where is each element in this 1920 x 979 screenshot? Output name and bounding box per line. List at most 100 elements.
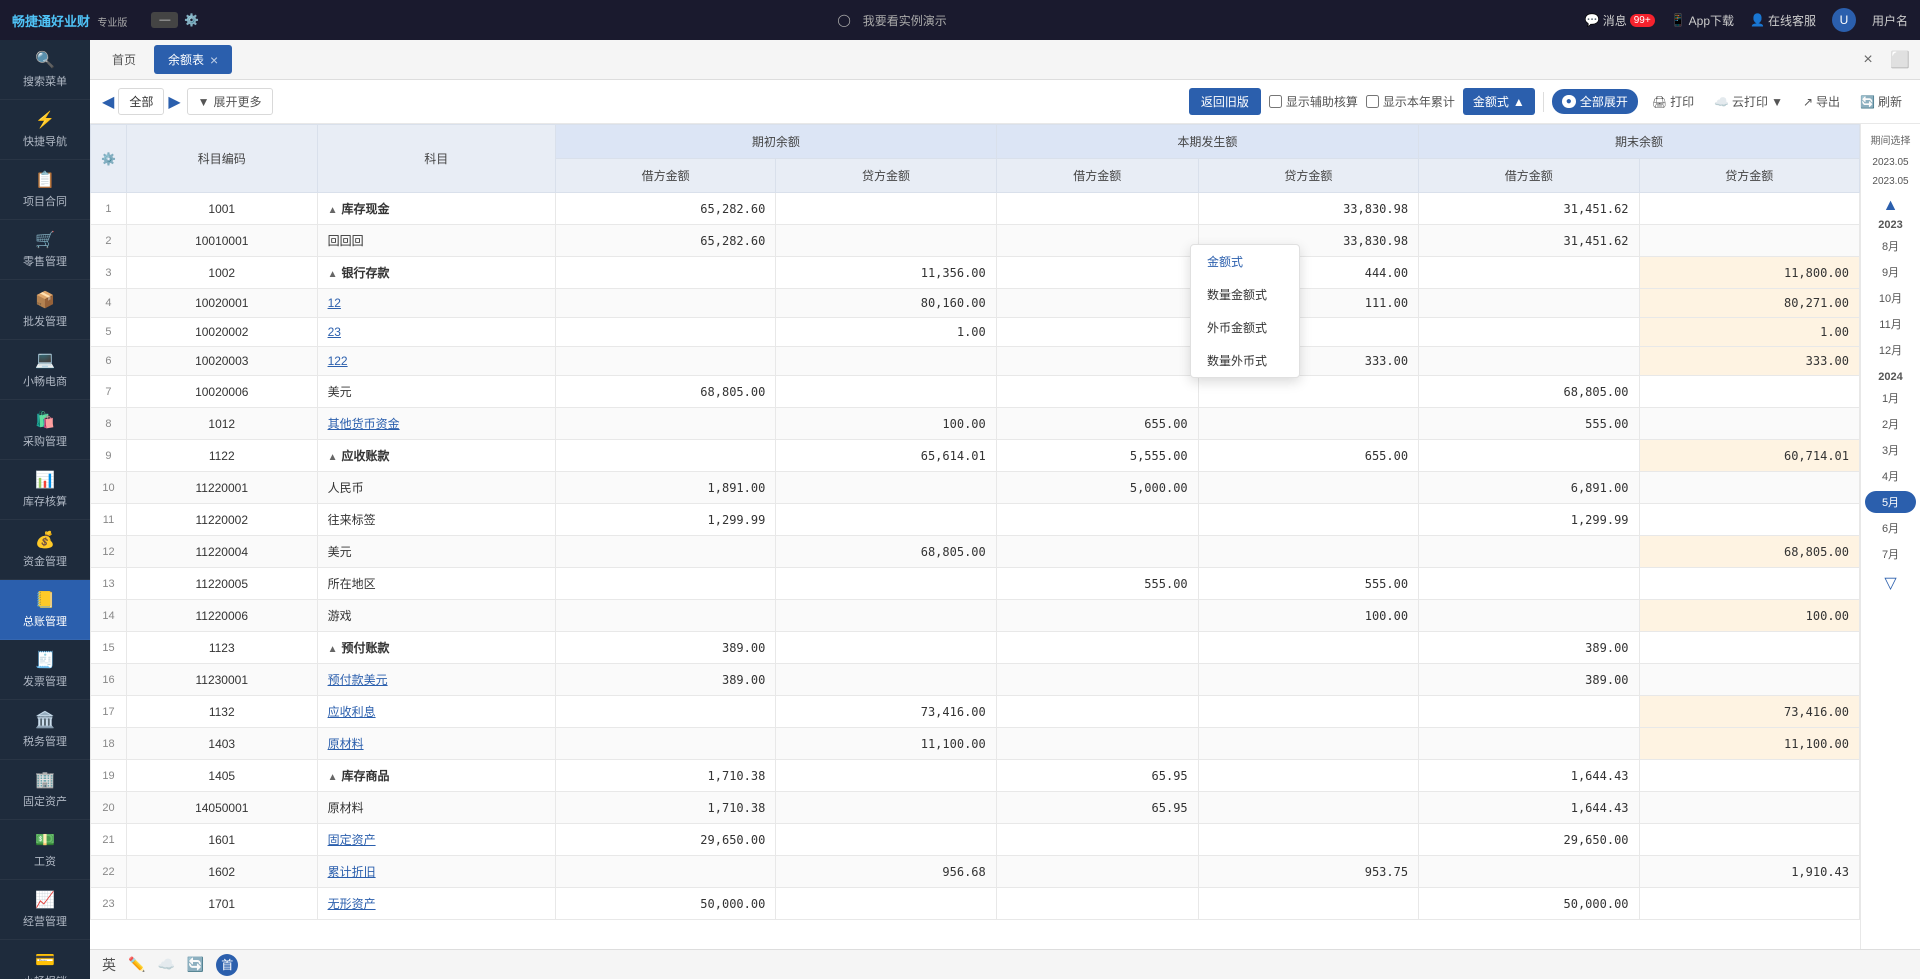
row-subject[interactable]: 原材料: [317, 728, 555, 760]
sidebar-item-asset[interactable]: 🏢 固定资产: [0, 760, 90, 820]
filter-all-button[interactable]: 全部: [118, 88, 164, 115]
balance-table: ⚙️ 科目编码 科目 期初余额 本期发生额 期末余额 借方金额 贷方金额 借方金…: [90, 124, 1860, 920]
sidebar-item-invoice[interactable]: 🧾 发票管理: [0, 640, 90, 700]
period-month-7[interactable]: 7月: [1865, 543, 1916, 565]
table-row: 1611230001预付款美元389.00389.00: [91, 664, 1860, 696]
amount-cell: 1,644.43: [1419, 792, 1639, 824]
period-month-10[interactable]: 10月: [1865, 287, 1916, 309]
sidebar-item-tax[interactable]: 🏛️ 税务管理: [0, 700, 90, 760]
period-month-5[interactable]: 5月: [1865, 491, 1916, 513]
show-aux-input[interactable]: [1269, 95, 1282, 108]
period-month-9[interactable]: 9月: [1865, 261, 1916, 283]
sidebar-item-capital[interactable]: 💰 资金管理: [0, 520, 90, 580]
export-button[interactable]: ↗ 导出: [1797, 89, 1846, 114]
row-code: 11220005: [126, 568, 317, 600]
table-settings-header[interactable]: ⚙️: [91, 125, 127, 193]
filter-forward-arrow[interactable]: ▶: [168, 92, 180, 112]
sidebar-item-ecommerce[interactable]: 💻 小畅电商: [0, 340, 90, 400]
period-end: 2023.05: [1870, 174, 1910, 189]
show-aux-checkbox[interactable]: 显示辅助核算: [1269, 93, 1358, 110]
wholesale-icon: 📦: [4, 290, 86, 310]
amount-cell: [1639, 376, 1859, 408]
sidebar-item-ops[interactable]: 📈 经营管理: [0, 880, 90, 940]
amount-cell: 953.75: [1198, 856, 1418, 888]
show-ytd-checkbox[interactable]: 显示本年累计: [1366, 93, 1455, 110]
row-number: 9: [91, 440, 127, 472]
sidebar-item-purchase[interactable]: 🛍️ 采购管理: [0, 400, 90, 460]
subject-link[interactable]: 其他货币资金: [328, 417, 400, 431]
period-month-6[interactable]: 6月: [1865, 517, 1916, 539]
dropdown-item-qty-amount[interactable]: 数量金额式: [1191, 278, 1299, 311]
sidebar-item-project[interactable]: 📋 项目合同: [0, 160, 90, 220]
expand-more-button[interactable]: ▼ 展开更多: [187, 88, 273, 115]
tab-balance-sheet[interactable]: 余额表 ×: [154, 45, 232, 74]
subject-link[interactable]: 原材料: [328, 737, 364, 751]
period-down-arrow[interactable]: ▽: [1884, 573, 1896, 593]
cloud-print-button[interactable]: ☁️ 云打印 ▼: [1708, 89, 1789, 114]
row-subject[interactable]: 累计折旧: [317, 856, 555, 888]
period-month-2[interactable]: 2月: [1865, 413, 1916, 435]
row-subject[interactable]: 23: [317, 318, 555, 347]
back-old-version-button[interactable]: 返回旧版: [1189, 88, 1261, 115]
subject-link[interactable]: 固定资产: [328, 833, 376, 847]
message-button[interactable]: 💬 消息 99+: [1585, 12, 1655, 29]
expand-all-button[interactable]: ● 全部展开: [1552, 89, 1638, 114]
row-subject[interactable]: 其他货币资金: [317, 408, 555, 440]
subject-link[interactable]: 122: [328, 354, 348, 368]
row-subject[interactable]: 应收利息: [317, 696, 555, 728]
sidebar-item-inventory[interactable]: 📊 库存核算: [0, 460, 90, 520]
table-container[interactable]: 金额式 数量金额式 外币金额式 数量外币式 ⚙️ 科目编码 科目 期初余额 本期…: [90, 124, 1860, 949]
row-subject[interactable]: 122: [317, 347, 555, 376]
row-subject[interactable]: 12: [317, 289, 555, 318]
subject-link[interactable]: 无形资产: [328, 897, 376, 911]
tab-close-button[interactable]: ×: [210, 52, 218, 68]
bottom-icon-lang[interactable]: 英: [102, 955, 116, 975]
row-subject[interactable]: 无形资产: [317, 888, 555, 920]
dropdown-item-amount[interactable]: 金额式: [1191, 245, 1299, 278]
dropdown-item-foreign-amount[interactable]: 外币金额式: [1191, 311, 1299, 344]
subject-link[interactable]: 预付款美元: [328, 673, 388, 687]
subject-link[interactable]: 应收利息: [328, 705, 376, 719]
period-up-arrow[interactable]: ▲: [1883, 197, 1899, 215]
subject-link[interactable]: 12: [328, 296, 341, 310]
table-row: 1211220004美元68,805.0068,805.00: [91, 536, 1860, 568]
row-subject[interactable]: 预付款美元: [317, 664, 555, 696]
sidebar-item-ledger[interactable]: 📒 总账管理: [0, 580, 90, 640]
dropdown-item-qty-foreign[interactable]: 数量外币式: [1191, 344, 1299, 377]
show-ytd-input[interactable]: [1366, 95, 1379, 108]
row-number: 20: [91, 792, 127, 824]
period-month-12[interactable]: 12月: [1865, 339, 1916, 361]
period-month-4[interactable]: 4月: [1865, 465, 1916, 487]
period-month-11[interactable]: 11月: [1865, 313, 1916, 335]
subject-link[interactable]: 累计折旧: [328, 865, 376, 879]
tab-expand-button[interactable]: ⬜: [1888, 48, 1912, 72]
row-subject[interactable]: 固定资产: [317, 824, 555, 856]
demo-label[interactable]: 我要看实例演示: [863, 12, 947, 29]
subject-link[interactable]: 23: [328, 325, 341, 339]
sidebar-item-wholesale[interactable]: 📦 批发管理: [0, 280, 90, 340]
print-button[interactable]: 🖨 打印: [1646, 89, 1700, 114]
amount-type-button[interactable]: 金额式 ▲: [1463, 88, 1535, 115]
refresh-button[interactable]: 🔄 刷新: [1854, 89, 1908, 114]
sidebar-item-search[interactable]: 🔍 搜索菜单: [0, 40, 90, 100]
user-avatar[interactable]: U: [1832, 8, 1856, 32]
bottom-icon-home[interactable]: 首: [216, 954, 238, 976]
amount-cell: 1.00: [776, 318, 996, 347]
bottom-icon-cloud[interactable]: ☁️: [157, 956, 174, 973]
settings-icon[interactable]: ⚙️: [184, 13, 199, 27]
period-month-1[interactable]: 1月: [1865, 387, 1916, 409]
online-service-button[interactable]: 👤 在线客服: [1750, 12, 1816, 29]
app-download-button[interactable]: 📱 App下载: [1671, 12, 1734, 29]
tab-close-all-button[interactable]: ×: [1856, 48, 1880, 72]
bottom-icon-sync[interactable]: 🔄: [187, 956, 204, 973]
sidebar-item-quicknav[interactable]: ⚡ 快捷导航: [0, 100, 90, 160]
bottom-icon-edit[interactable]: ✏️: [128, 956, 145, 973]
sidebar-item-salary[interactable]: 💵 工资: [0, 820, 90, 880]
filter-back-arrow[interactable]: ◀: [102, 92, 114, 112]
tab-home[interactable]: 首页: [98, 45, 150, 74]
sidebar-item-sales[interactable]: 💳 小畅报销: [0, 940, 90, 979]
sidebar-item-retail[interactable]: 🛒 零售管理: [0, 220, 90, 280]
period-month-3[interactable]: 3月: [1865, 439, 1916, 461]
amount-cell: 65.95: [996, 760, 1198, 792]
period-month-8[interactable]: 8月: [1865, 235, 1916, 257]
